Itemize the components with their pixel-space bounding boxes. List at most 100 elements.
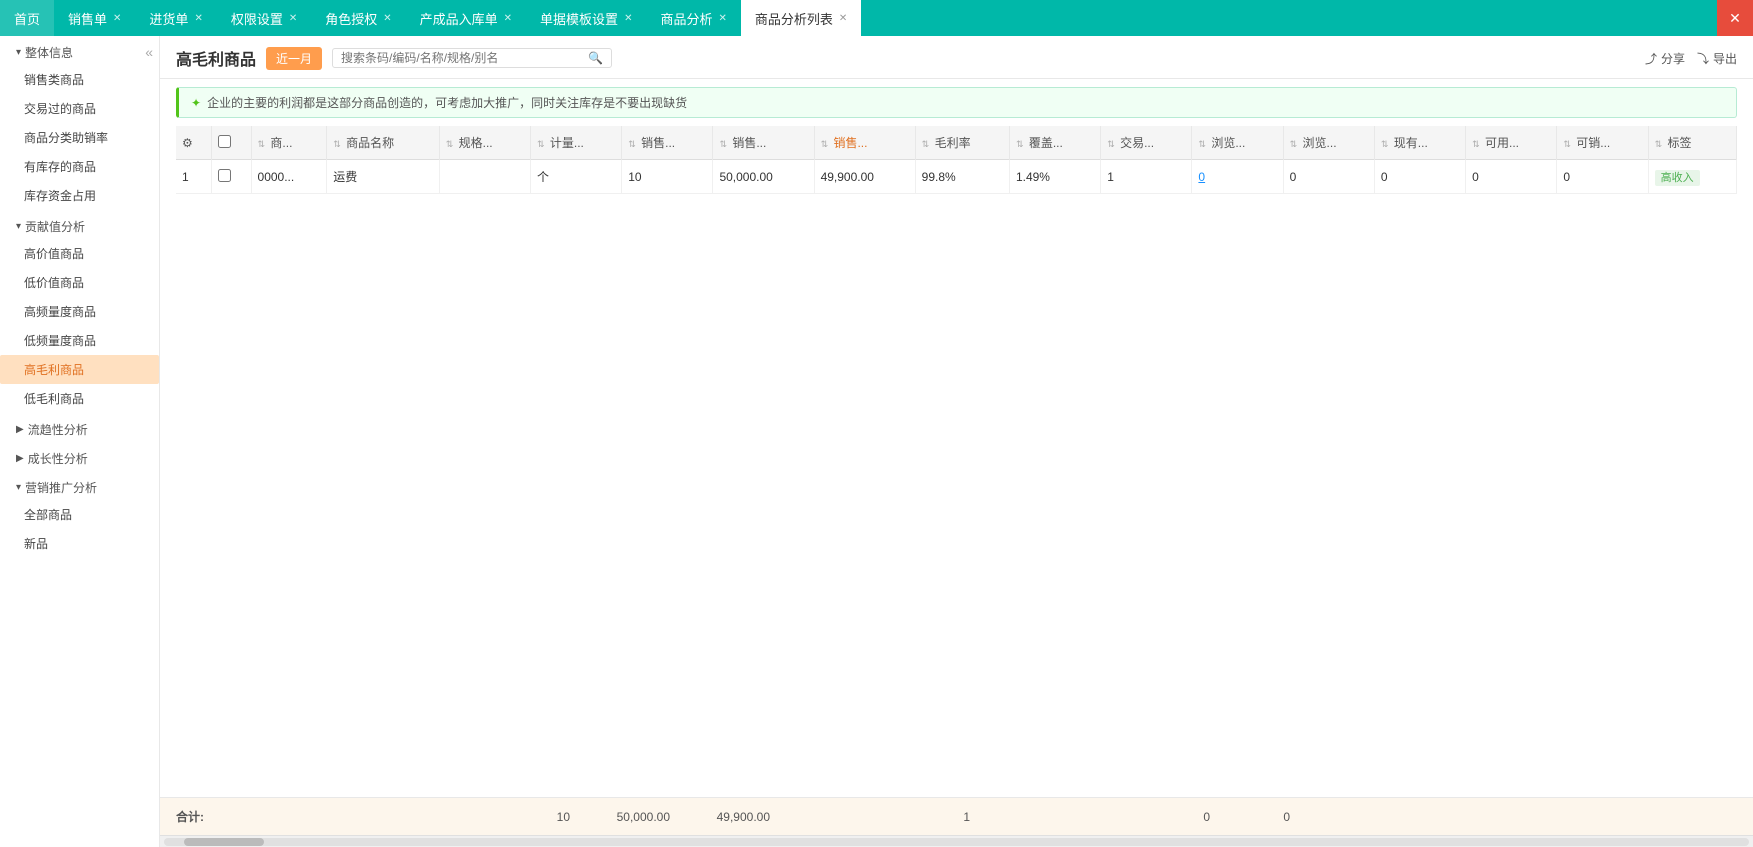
sidebar-item-goods-contribution[interactable]: 商品分类助销率: [0, 123, 159, 152]
row-margin-rate: 99.8%: [915, 160, 1009, 194]
row-index: 1: [176, 160, 211, 194]
scrollbar-thumb[interactable]: [184, 838, 264, 846]
sidebar-group-marketing-arrow: ▾: [16, 482, 21, 493]
footer-available1: 0: [1136, 810, 1216, 824]
footer-transaction: 1: [896, 810, 976, 824]
row-sales-qty: 10: [622, 160, 713, 194]
close-analysis-list-tab[interactable]: ✕: [839, 13, 847, 24]
footer-sales-qty: 10: [496, 810, 576, 824]
sidebar-group-profit-arrow: ▾: [16, 221, 21, 232]
search-icon[interactable]: 🔍: [588, 51, 603, 65]
horizontal-scrollbar[interactable]: [160, 835, 1753, 847]
col-sales-qty[interactable]: ⇅ 销售...: [622, 126, 713, 160]
col-transaction[interactable]: ⇅ 交易...: [1101, 126, 1192, 160]
sort-icon: ⇅: [821, 139, 829, 149]
select-all-checkbox[interactable]: [218, 135, 231, 148]
search-box: 🔍: [332, 48, 612, 68]
content-area: 高毛利商品 近一月 🔍 ⤴ 分享 ⤵ 导出 ✦ 企业的主要的利润都是这部分商品创…: [160, 36, 1753, 847]
row-spec: [439, 160, 530, 194]
nav-role-permission[interactable]: 角色授权 ✕: [311, 0, 405, 36]
row-transaction: 1: [1101, 160, 1192, 194]
close-sales-order-tab[interactable]: ✕: [113, 13, 121, 24]
sort-icon: ⇅: [1016, 139, 1024, 149]
settings-icon: ⚙: [182, 136, 193, 150]
sidebar-item-high-margin[interactable]: 高毛利商品: [0, 355, 159, 384]
sidebar-item-new-goods[interactable]: 新品: [0, 529, 159, 558]
nav-product-warehouse[interactable]: 产成品入库单 ✕: [406, 0, 526, 36]
row-checkbox[interactable]: [211, 160, 251, 194]
sidebar-item-all-goods[interactable]: 全部商品: [0, 500, 159, 529]
search-input[interactable]: [341, 51, 588, 65]
row-browse1[interactable]: 0: [1192, 160, 1283, 194]
footer-available2: 0: [1216, 810, 1296, 824]
sort-icon: ⇅: [1290, 139, 1298, 149]
row-tag: 高收入: [1648, 160, 1736, 194]
sidebar-item-low-value[interactable]: 低价值商品: [0, 268, 159, 297]
col-unit[interactable]: ⇅ 计量...: [530, 126, 621, 160]
nav-product-analysis-list[interactable]: 商品分析列表 ✕: [741, 0, 861, 36]
col-margin-rate[interactable]: ⇅ 毛利率: [915, 126, 1009, 160]
sidebar-item-low-freq[interactable]: 低频量度商品: [0, 326, 159, 355]
top-navigation: 首页 销售单 ✕ 进货单 ✕ 权限设置 ✕ 角色授权 ✕ 产成品入库单 ✕ 单据…: [0, 0, 1753, 36]
close-analysis-tab[interactable]: ✕: [718, 13, 726, 24]
nav-permission-settings[interactable]: 权限设置 ✕: [217, 0, 311, 36]
row-select-checkbox[interactable]: [218, 169, 231, 182]
col-spec[interactable]: ⇅ 规格...: [439, 126, 530, 160]
nav-product-analysis[interactable]: 商品分析 ✕: [646, 0, 740, 36]
sidebar-collapse-button[interactable]: «: [145, 44, 153, 60]
sidebar-group-trend-analysis[interactable]: ▶ 流趋性分析: [0, 413, 159, 442]
sidebar-item-high-value[interactable]: 高价值商品: [0, 239, 159, 268]
sidebar-group-overall-info[interactable]: ▾ 整体信息: [0, 36, 159, 65]
col-settings[interactable]: ⚙: [176, 126, 211, 160]
sidebar-group-growth-analysis[interactable]: ▶ 成长性分析: [0, 442, 159, 471]
nav-template-settings[interactable]: 单据模板设置 ✕: [526, 0, 646, 36]
close-app-button[interactable]: ✕: [1717, 0, 1753, 36]
row-sales-amount: 50,000.00: [713, 160, 814, 194]
sidebar-item-sales-goods[interactable]: 销售类商品: [0, 65, 159, 94]
sort-icon: ⇅: [1107, 139, 1115, 149]
col-available2[interactable]: ⇅ 可用...: [1466, 126, 1557, 160]
col-name[interactable]: ⇅ 商品名称: [327, 126, 440, 160]
sidebar-item-high-freq[interactable]: 高频量度商品: [0, 297, 159, 326]
nav-purchase-order[interactable]: 进货单 ✕: [135, 0, 216, 36]
nav-sales-order[interactable]: 销售单 ✕: [54, 0, 135, 36]
sidebar-group-marketing-analysis[interactable]: ▾ 营销推广分析: [0, 471, 159, 500]
sort-icon: ⇅: [258, 139, 266, 149]
col-saleable[interactable]: ⇅ 可销...: [1557, 126, 1648, 160]
col-checkbox[interactable]: [211, 126, 251, 160]
row-unit: 个: [530, 160, 621, 194]
sort-icon: ⇅: [1381, 139, 1389, 149]
col-tag[interactable]: ⇅ 标签: [1648, 126, 1736, 160]
close-role-tab[interactable]: ✕: [383, 13, 391, 24]
nav-home[interactable]: 首页: [0, 0, 54, 36]
row-name: 运费: [327, 160, 440, 194]
export-button[interactable]: ⤵ 导出: [1697, 50, 1737, 67]
col-sales-cost[interactable]: ⇅ 销售...: [814, 126, 915, 160]
col-sales-amount[interactable]: ⇅ 销售...: [713, 126, 814, 160]
sidebar-item-traded-goods[interactable]: 交易过的商品: [0, 94, 159, 123]
header-actions: ⤴ 分享 ⤵ 导出: [1645, 50, 1737, 67]
close-permission-tab[interactable]: ✕: [289, 13, 297, 24]
close-purchase-order-tab[interactable]: ✕: [194, 13, 202, 24]
col-coverage[interactable]: ⇅ 覆盖...: [1009, 126, 1100, 160]
row-available2: 0: [1466, 160, 1557, 194]
sidebar-item-inventory-capital[interactable]: 库存资金占用: [0, 181, 159, 210]
close-template-tab[interactable]: ✕: [624, 13, 632, 24]
sidebar-group-profit-analysis[interactable]: ▾ 贡献值分析: [0, 210, 159, 239]
filter-month-button[interactable]: 近一月: [266, 47, 322, 70]
sort-icon: ⇅: [446, 139, 454, 149]
sidebar-item-low-margin[interactable]: 低毛利商品: [0, 384, 159, 413]
content-header: 高毛利商品 近一月 🔍 ⤴ 分享 ⤵ 导出: [160, 36, 1753, 79]
close-warehouse-tab[interactable]: ✕: [504, 13, 512, 24]
sidebar-item-in-stock-goods[interactable]: 有库存的商品: [0, 152, 159, 181]
table-header-row: ⚙ ⇅ 商... ⇅ 商品名称: [176, 126, 1737, 160]
col-available1[interactable]: ⇅ 现有...: [1374, 126, 1465, 160]
share-button[interactable]: ⤴ 分享: [1645, 50, 1685, 67]
data-table: ⚙ ⇅ 商... ⇅ 商品名称: [176, 126, 1737, 194]
col-code[interactable]: ⇅ 商...: [251, 126, 327, 160]
col-browse1[interactable]: ⇅ 浏览...: [1192, 126, 1283, 160]
footer-label: 合计:: [176, 808, 296, 825]
sort-icon: ⇅: [1655, 139, 1663, 149]
row-code[interactable]: 0000...: [251, 160, 327, 194]
col-browse2[interactable]: ⇅ 浏览...: [1283, 126, 1374, 160]
